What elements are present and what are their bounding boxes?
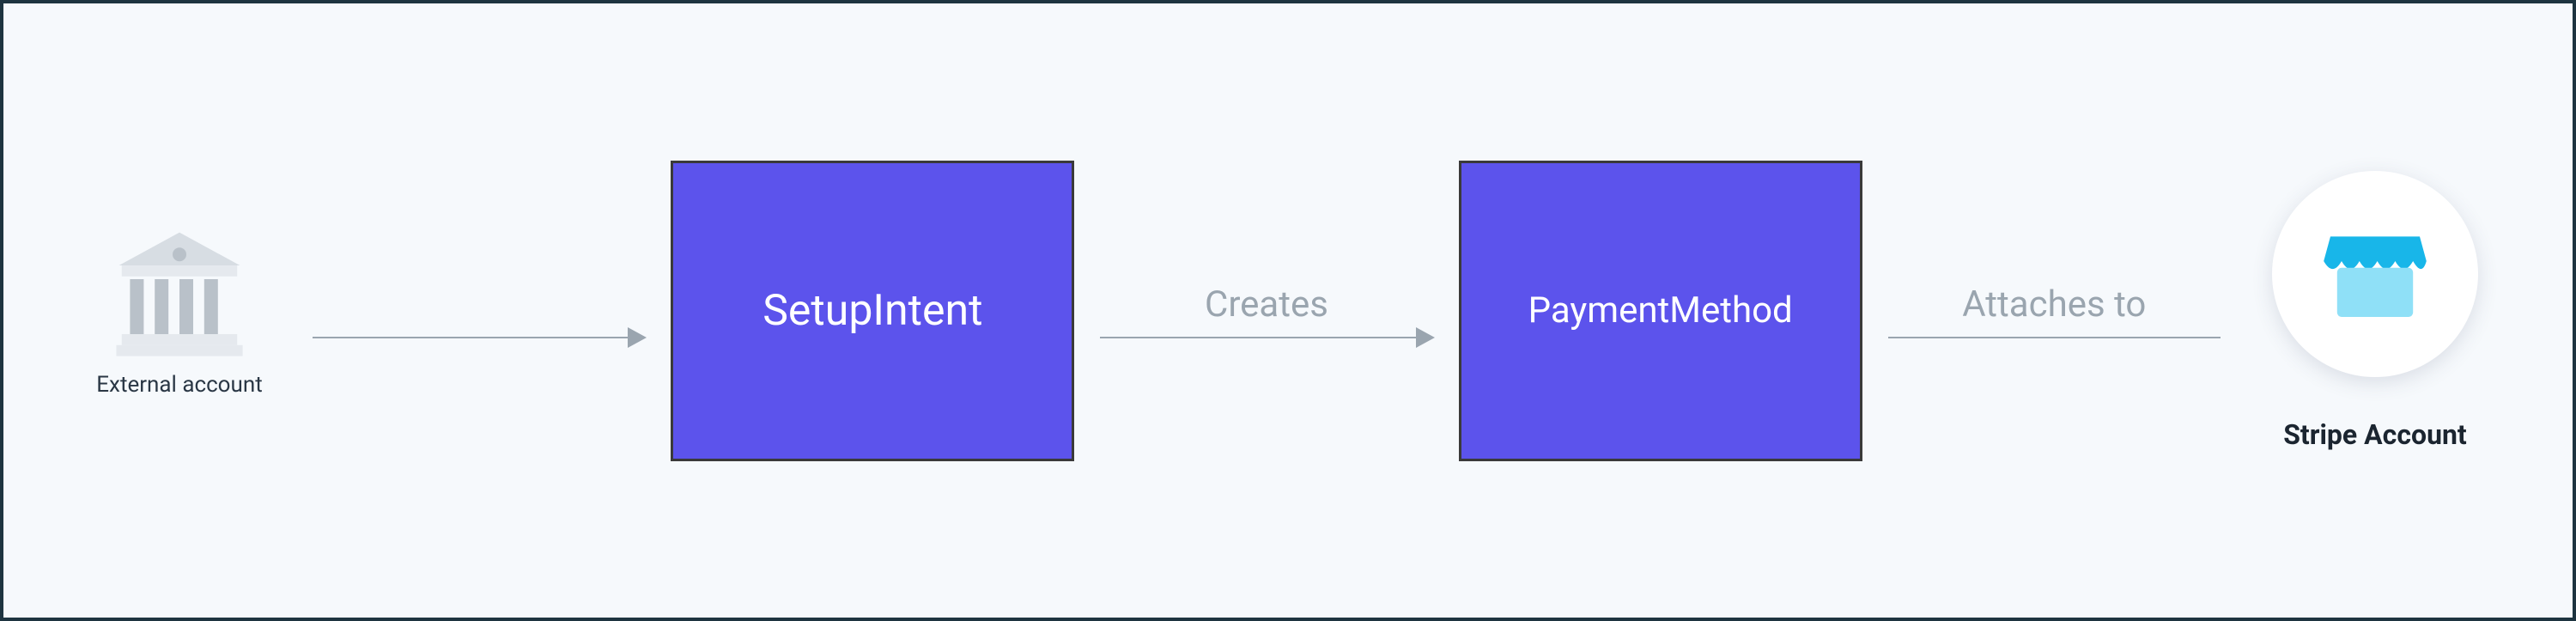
arrow-line-icon bbox=[1100, 337, 1432, 338]
arrow-ext-to-setup bbox=[313, 283, 645, 338]
setup-intent-label: SetupIntent bbox=[762, 286, 982, 336]
arrow-label: Creates bbox=[1205, 283, 1328, 326]
external-account-label: External account bbox=[96, 372, 262, 398]
stripe-account-circle bbox=[2272, 171, 2478, 377]
payment-method-label: PaymentMethod bbox=[1528, 289, 1793, 332]
arrow-setup-to-pm: Creates bbox=[1100, 283, 1432, 338]
diagram-row: External account SetupIntent Creates Pay… bbox=[72, 161, 2504, 461]
bank-icon bbox=[111, 224, 248, 362]
arrow-label: Attaches to bbox=[1962, 283, 2146, 326]
payment-method-box: PaymentMethod bbox=[1459, 161, 1862, 461]
external-account-node: External account bbox=[72, 224, 287, 398]
arrow-line-icon bbox=[1888, 337, 2221, 338]
arrow-pm-to-stripe: Attaches to bbox=[1888, 283, 2221, 338]
storefront-icon bbox=[2319, 216, 2431, 332]
stripe-account-label: Stripe Account bbox=[2283, 418, 2467, 451]
arrow-line-icon bbox=[313, 337, 645, 338]
stripe-account-node: Stripe Account bbox=[2246, 171, 2504, 451]
setup-intent-box: SetupIntent bbox=[671, 161, 1074, 461]
diagram-frame: External account SetupIntent Creates Pay… bbox=[0, 0, 2576, 621]
